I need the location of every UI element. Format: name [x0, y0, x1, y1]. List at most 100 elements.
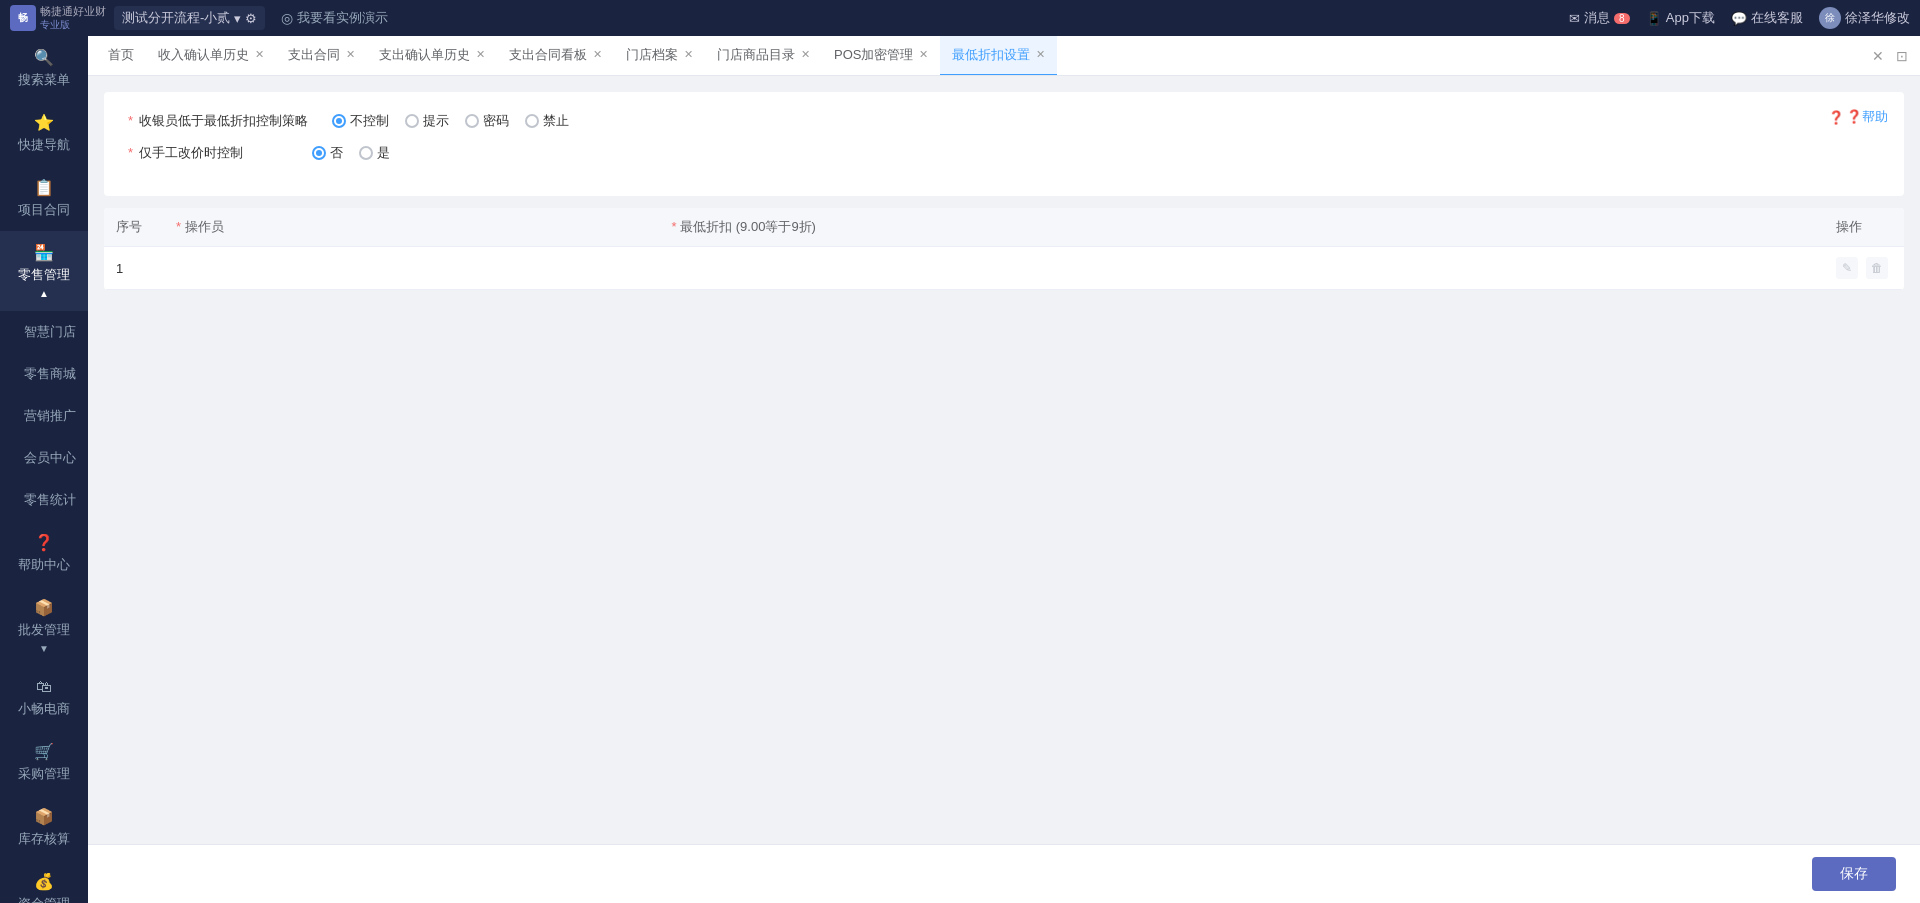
tab-expense-confirm-history-label: 支出确认单历史 [379, 46, 470, 64]
tab-expense-confirm-history[interactable]: 支出确认单历史 ✕ [367, 36, 497, 76]
discount-table: 序号 * 操作员 * 最低折扣 (9.00等于9折) 操作 [104, 208, 1904, 290]
cell-min-discount-1 [659, 247, 1824, 290]
project-selector[interactable]: 测试分开流程-小贰 ▾ ⚙ [114, 6, 265, 30]
sidebar-label-help-center: 帮助中心 [18, 556, 70, 574]
sidebar-item-inventory[interactable]: 📦 库存核算 [0, 795, 88, 860]
sidebar-item-wholesale-mgmt[interactable]: 📦 批发管理 ▼ [0, 586, 88, 666]
tab-store-product[interactable]: 门店商品目录 ✕ [705, 36, 822, 76]
cell-seq-1: 1 [104, 247, 164, 290]
radio-password-indicator [465, 114, 479, 128]
radio-password[interactable]: 密码 [465, 112, 509, 130]
required-star-operator: * [176, 219, 181, 234]
tab-store-profile-label: 门店档案 [626, 46, 678, 64]
save-button[interactable]: 保存 [1812, 857, 1896, 891]
radio-no-label: 否 [330, 144, 343, 162]
messages-action[interactable]: ✉ 消息 8 [1569, 9, 1630, 27]
online-service-action[interactable]: 💬 在线客服 [1731, 9, 1803, 27]
content-area: 首页 收入确认单历史 ✕ 支出合同 ✕ 支出确认单历史 ✕ 支出合同看板 ✕ 门… [88, 36, 1920, 903]
inventory-icon: 📦 [34, 807, 54, 826]
col-header-actions: 操作 [1824, 208, 1904, 247]
sidebar-item-marketing[interactable]: 营销推广 [0, 395, 88, 437]
col-header-min-discount: * 最低折扣 (9.00等于9折) [659, 208, 1824, 247]
radio-no-control[interactable]: 不控制 [332, 112, 389, 130]
manual-price-radio-group: 否 是 [312, 144, 390, 162]
sidebar-item-project-contract[interactable]: 📋 项目合同 [0, 166, 88, 231]
demo-icon: ◎ [281, 10, 293, 26]
tab-close-expense-contract-board[interactable]: ✕ [593, 48, 602, 61]
manual-price-row: * 仅手工改价时控制 否 是 [128, 144, 1880, 162]
tab-close-pos-encrypt[interactable]: ✕ [919, 48, 928, 61]
tab-pos-encrypt-label: POS加密管理 [834, 46, 913, 64]
tab-close-income-history[interactable]: ✕ [255, 48, 264, 61]
sidebar-item-smart-store[interactable]: 智慧门店 [0, 311, 88, 353]
sidebar-label-marketing: 营销推广 [24, 407, 76, 425]
logo-text: 畅捷通好业财 [40, 5, 106, 18]
radio-password-label: 密码 [483, 112, 509, 130]
radio-forbid[interactable]: 禁止 [525, 112, 569, 130]
help-icon: ❓ [34, 533, 54, 552]
radio-no-indicator [312, 146, 326, 160]
sidebar-item-funds-mgmt[interactable]: 💰 资金管理 [0, 860, 88, 903]
tab-close-min-discount[interactable]: ✕ [1036, 48, 1045, 61]
chevron-down-icon: ▾ [234, 11, 241, 26]
wholesale-icon: 📦 [34, 598, 54, 617]
tab-expense-contract[interactable]: 支出合同 ✕ [276, 36, 367, 76]
manual-price-label: * 仅手工改价时控制 [128, 144, 288, 162]
app-download-action[interactable]: 📱 App下载 [1646, 9, 1715, 27]
settings-icon[interactable]: ⚙ [245, 11, 257, 26]
col-header-operator: * 操作员 [164, 208, 659, 247]
tab-close-expense-contract[interactable]: ✕ [346, 48, 355, 61]
tab-home[interactable]: 首页 [96, 36, 146, 76]
tab-store-profile[interactable]: 门店档案 ✕ [614, 36, 705, 76]
message-icon: ✉ [1569, 11, 1580, 26]
help-link[interactable]: ❓ ❓帮助 [1828, 108, 1888, 126]
radio-hint[interactable]: 提示 [405, 112, 449, 130]
tab-close-all-btn[interactable]: ✕ [1868, 46, 1888, 66]
discount-policy-row: * 收银员低于最低折扣控制策略 不控制 提示 [128, 112, 1880, 130]
contract-icon: 📋 [34, 178, 54, 197]
project-name: 测试分开流程-小贰 [122, 9, 230, 27]
search-icon: 🔍 [34, 48, 54, 67]
sidebar-item-member-center[interactable]: 会员中心 [0, 437, 88, 479]
phone-icon: 📱 [1646, 11, 1662, 26]
star-icon: ⭐ [34, 113, 54, 132]
radio-no-control-label: 不控制 [350, 112, 389, 130]
delete-row-btn-1[interactable]: 🗑 [1866, 257, 1888, 279]
sidebar-item-purchase-mgmt[interactable]: 🛒 采购管理 [0, 730, 88, 795]
messages-label: 消息 [1584, 9, 1610, 27]
radio-no[interactable]: 否 [312, 144, 343, 162]
radio-hint-label: 提示 [423, 112, 449, 130]
tab-income-history-label: 收入确认单历史 [158, 46, 249, 64]
table-header-row: 序号 * 操作员 * 最低折扣 (9.00等于9折) 操作 [104, 208, 1904, 247]
radio-yes[interactable]: 是 [359, 144, 390, 162]
sidebar-item-retail-mall[interactable]: 零售商城 [0, 353, 88, 395]
sidebar-item-help-center[interactable]: ❓ 帮助中心 [0, 521, 88, 586]
sidebar-item-retail-mgmt[interactable]: 🏪 零售管理 ▲ [0, 231, 88, 311]
tab-min-discount[interactable]: 最低折扣设置 ✕ [940, 36, 1057, 76]
tab-bar: 首页 收入确认单历史 ✕ 支出合同 ✕ 支出确认单历史 ✕ 支出合同看板 ✕ 门… [88, 36, 1920, 76]
sidebar-label-shortcut: 快捷导航 [18, 136, 70, 154]
sidebar-item-retail-stats[interactable]: 零售统计 [0, 479, 88, 521]
tab-expense-contract-board-label: 支出合同看板 [509, 46, 587, 64]
demo-label: 我要看实例演示 [297, 9, 388, 27]
tab-income-history[interactable]: 收入确认单历史 ✕ [146, 36, 276, 76]
sidebar-item-shortcut[interactable]: ⭐ 快捷导航 [0, 101, 88, 166]
tab-pos-encrypt[interactable]: POS加密管理 ✕ [822, 36, 940, 76]
tab-close-store-profile[interactable]: ✕ [684, 48, 693, 61]
logo-icon: 畅 [10, 5, 36, 31]
sidebar-label-purchase-mgmt: 采购管理 [18, 765, 70, 783]
tab-home-label: 首页 [108, 46, 134, 64]
table-card: 序号 * 操作员 * 最低折扣 (9.00等于9折) 操作 [104, 208, 1904, 290]
sidebar-item-search[interactable]: 🔍 搜索菜单 [0, 36, 88, 101]
sidebar-label-project-contract: 项目合同 [18, 201, 70, 219]
sidebar-item-ecommerce[interactable]: 🛍 小畅电商 [0, 666, 88, 730]
top-actions: ✉ 消息 8 📱 App下载 💬 在线客服 徐 徐泽华修改 [1569, 7, 1910, 29]
user-label: 徐泽华修改 [1845, 9, 1910, 27]
tab-close-store-product[interactable]: ✕ [801, 48, 810, 61]
user-profile-action[interactable]: 徐 徐泽华修改 [1819, 7, 1910, 29]
demo-link[interactable]: ◎ 我要看实例演示 [281, 9, 388, 27]
tab-close-expense-confirm-history[interactable]: ✕ [476, 48, 485, 61]
edit-row-btn-1[interactable]: ✎ [1836, 257, 1858, 279]
tab-expand-btn[interactable]: ⊡ [1892, 46, 1912, 66]
tab-expense-contract-board[interactable]: 支出合同看板 ✕ [497, 36, 614, 76]
